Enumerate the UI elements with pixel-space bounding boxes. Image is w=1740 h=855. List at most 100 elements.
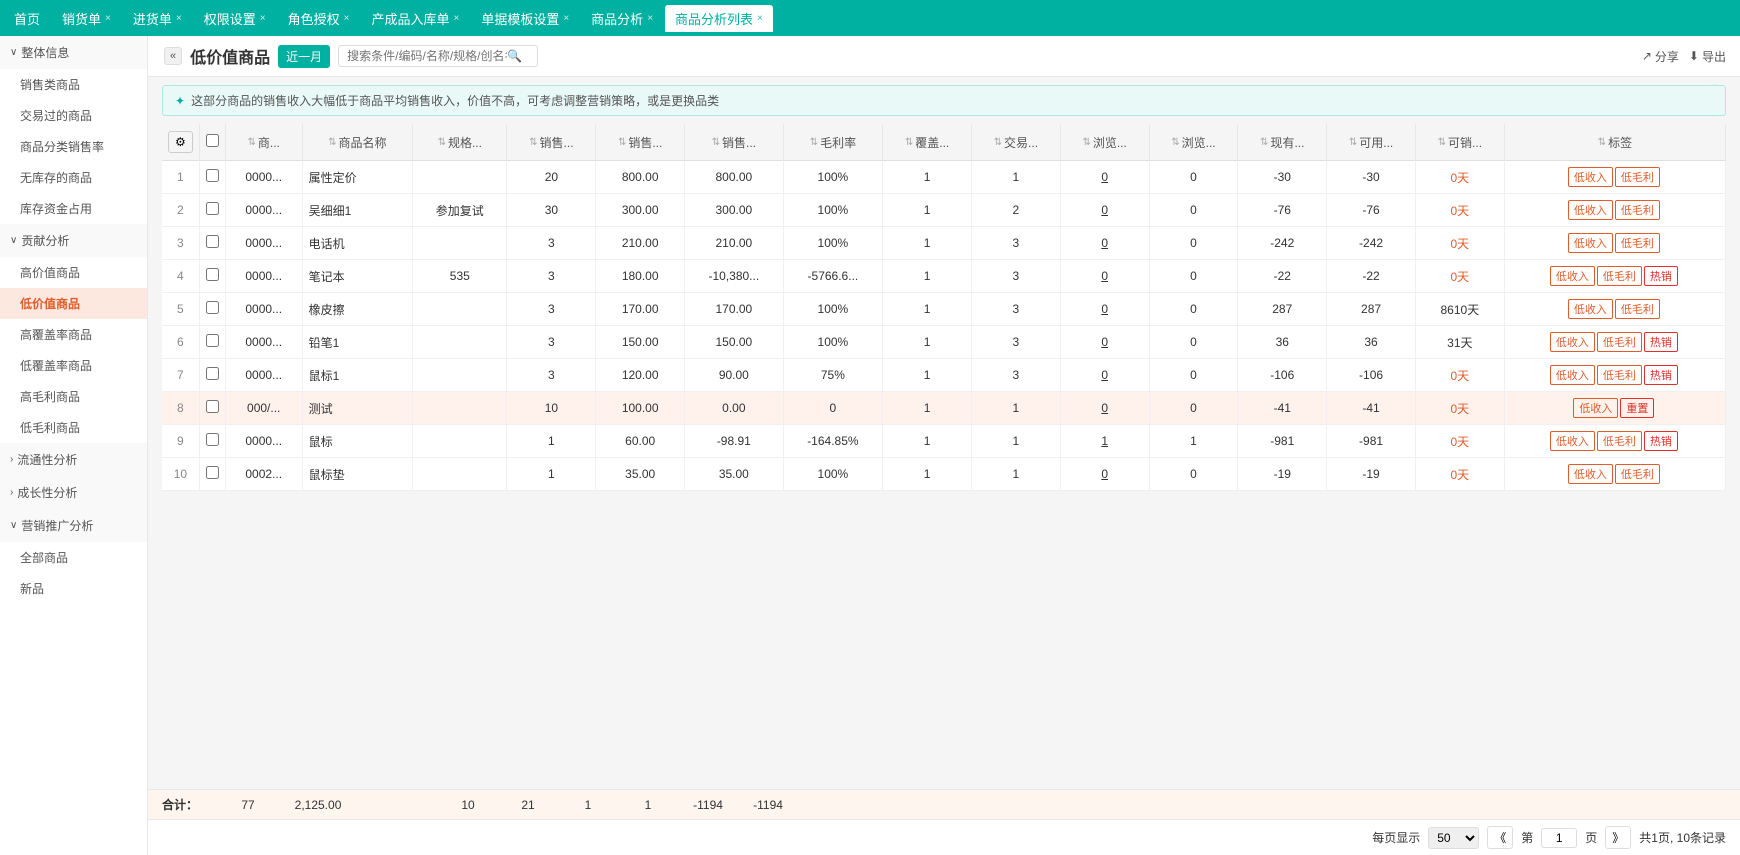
browse1-val[interactable]: 0 (1101, 170, 1108, 184)
row-browse1[interactable]: 0 (1060, 227, 1149, 260)
first-page-button[interactable]: 《 (1487, 826, 1513, 849)
row-browse1[interactable]: 0 (1060, 392, 1149, 425)
row-checkbox[interactable] (206, 235, 219, 248)
browse1-val[interactable]: 0 (1101, 401, 1108, 415)
col-spec[interactable]: ⇅规格... (413, 124, 507, 161)
col-browse2[interactable]: ⇅浏览... (1149, 124, 1238, 161)
row-checkbox-cell[interactable] (199, 359, 225, 392)
col-sellable[interactable]: ⇅可销... (1415, 124, 1504, 161)
search-input[interactable] (347, 49, 507, 63)
col-current[interactable]: ⇅现有... (1238, 124, 1327, 161)
nav-sales-close[interactable]: × (105, 13, 111, 24)
nav-role[interactable]: 角色授权 × (278, 5, 360, 32)
table-wrapper[interactable]: ⚙ ⇅商... ⇅商品名称 ⇅规格... ⇅销售... ⇅销售... ⇅销售..… (162, 124, 1726, 789)
browse1-val[interactable]: 1 (1101, 434, 1108, 448)
col-gross-rate[interactable]: ⇅毛利率 (783, 124, 883, 161)
col-tags[interactable]: ⇅标签 (1504, 124, 1725, 161)
sidebar-group-marketing[interactable]: ∨ 营销推广分析 (0, 509, 147, 542)
row-browse1[interactable]: 0 (1060, 194, 1149, 227)
next-page-button[interactable]: 》 (1605, 826, 1631, 849)
row-checkbox-cell[interactable] (199, 227, 225, 260)
row-checkbox-cell[interactable] (199, 260, 225, 293)
sidebar-item-low-profit[interactable]: 低毛利商品 (0, 412, 147, 443)
sidebar-item-no-inventory[interactable]: 无库存的商品 (0, 162, 147, 193)
row-checkbox[interactable] (206, 466, 219, 479)
nav-purchase[interactable]: 进货单 × (123, 5, 192, 32)
sidebar-item-low-coverage[interactable]: 低覆盖率商品 (0, 350, 147, 381)
nav-template[interactable]: 单据模板设置 × (471, 5, 579, 32)
col-code[interactable]: ⇅商... (225, 124, 302, 161)
nav-role-close[interactable]: × (344, 13, 350, 24)
nav-home[interactable]: 首页 (4, 5, 50, 32)
export-button[interactable]: ⬇ 导出 (1689, 48, 1726, 65)
row-browse1[interactable]: 0 (1060, 260, 1149, 293)
nav-product-in-close[interactable]: × (453, 13, 459, 24)
row-browse1[interactable]: 0 (1060, 458, 1149, 491)
sidebar-group-growth2[interactable]: › 成长性分析 (0, 476, 147, 509)
col-coverage[interactable]: ⇅覆盖... (883, 124, 972, 161)
row-checkbox-cell[interactable] (199, 293, 225, 326)
browse1-val[interactable]: 0 (1101, 203, 1108, 217)
sidebar-item-all-products[interactable]: 全部商品 (0, 542, 147, 573)
col-name[interactable]: ⇅商品名称 (302, 124, 412, 161)
nav-analysis[interactable]: 商品分析 × (581, 5, 663, 32)
sidebar-group-growth[interactable]: › 流通性分析 (0, 443, 147, 476)
row-browse1[interactable]: 0 (1060, 359, 1149, 392)
row-checkbox-cell[interactable] (199, 458, 225, 491)
nav-permission-close[interactable]: × (260, 13, 266, 24)
row-browse1[interactable]: 0 (1060, 161, 1149, 194)
col-check[interactable] (199, 124, 225, 161)
browse1-val[interactable]: 0 (1101, 302, 1108, 316)
row-checkbox[interactable] (206, 433, 219, 446)
nav-sales[interactable]: 销货单 × (52, 5, 121, 32)
nav-product-in[interactable]: 产成品入库单 × (361, 5, 469, 32)
row-browse1[interactable]: 0 (1060, 293, 1149, 326)
row-checkbox[interactable] (206, 301, 219, 314)
browse1-val[interactable]: 0 (1101, 368, 1108, 382)
row-checkbox-cell[interactable] (199, 326, 225, 359)
row-browse1[interactable]: 1 (1060, 425, 1149, 458)
col-sales-amt[interactable]: ⇅销售... (596, 124, 685, 161)
browse1-val[interactable]: 0 (1101, 335, 1108, 349)
browse1-val[interactable]: 0 (1101, 467, 1108, 481)
nav-analysis-list-close[interactable]: × (757, 13, 763, 24)
row-checkbox[interactable] (206, 334, 219, 347)
row-checkbox[interactable] (206, 400, 219, 413)
row-checkbox-cell[interactable] (199, 425, 225, 458)
sidebar-item-high-profit[interactable]: 高毛利商品 (0, 381, 147, 412)
row-checkbox[interactable] (206, 367, 219, 380)
nav-purchase-close[interactable]: × (176, 13, 182, 24)
nav-template-close[interactable]: × (563, 13, 569, 24)
row-browse1[interactable]: 0 (1060, 326, 1149, 359)
row-checkbox-cell[interactable] (199, 194, 225, 227)
sidebar-collapse-button[interactable]: « (164, 47, 182, 65)
search-box[interactable]: 🔍 (338, 45, 538, 67)
sidebar-item-inventory-cost[interactable]: 库存资金占用 (0, 193, 147, 224)
nav-analysis-close[interactable]: × (647, 13, 653, 24)
page-input[interactable] (1541, 828, 1577, 848)
sidebar-group-financial[interactable]: ∨ 贡献分析 (0, 224, 147, 257)
row-checkbox[interactable] (206, 268, 219, 281)
sidebar-group-overall[interactable]: ∨ 整体信息 (0, 36, 147, 69)
col-transaction[interactable]: ⇅交易... (971, 124, 1060, 161)
sidebar-item-traded[interactable]: 交易过的商品 (0, 100, 147, 131)
row-checkbox-cell[interactable] (199, 392, 225, 425)
row-checkbox[interactable] (206, 202, 219, 215)
sidebar-item-sales-ratio[interactable]: 商品分类销售率 (0, 131, 147, 162)
col-available[interactable]: ⇅可用... (1327, 124, 1416, 161)
col-browse1[interactable]: ⇅浏览... (1060, 124, 1149, 161)
browse1-val[interactable]: 0 (1101, 236, 1108, 250)
share-button[interactable]: ↗ 分享 (1642, 48, 1679, 65)
row-checkbox-cell[interactable] (199, 161, 225, 194)
col-gear[interactable]: ⚙ (162, 124, 199, 161)
gear-button[interactable]: ⚙ (168, 131, 193, 153)
browse1-val[interactable]: 0 (1101, 269, 1108, 283)
sidebar-item-new-products[interactable]: 新品 (0, 573, 147, 604)
time-filter-button[interactable]: 近一月 (278, 45, 330, 68)
nav-permission[interactable]: 权限设置 × (194, 5, 276, 32)
row-checkbox[interactable] (206, 169, 219, 182)
col-sales-avg[interactable]: ⇅销售... (685, 124, 784, 161)
sidebar-item-high-value[interactable]: 高价值商品 (0, 257, 147, 288)
sidebar-item-high-coverage[interactable]: 高覆盖率商品 (0, 319, 147, 350)
per-page-select[interactable]: 20 50 100 (1428, 827, 1479, 849)
